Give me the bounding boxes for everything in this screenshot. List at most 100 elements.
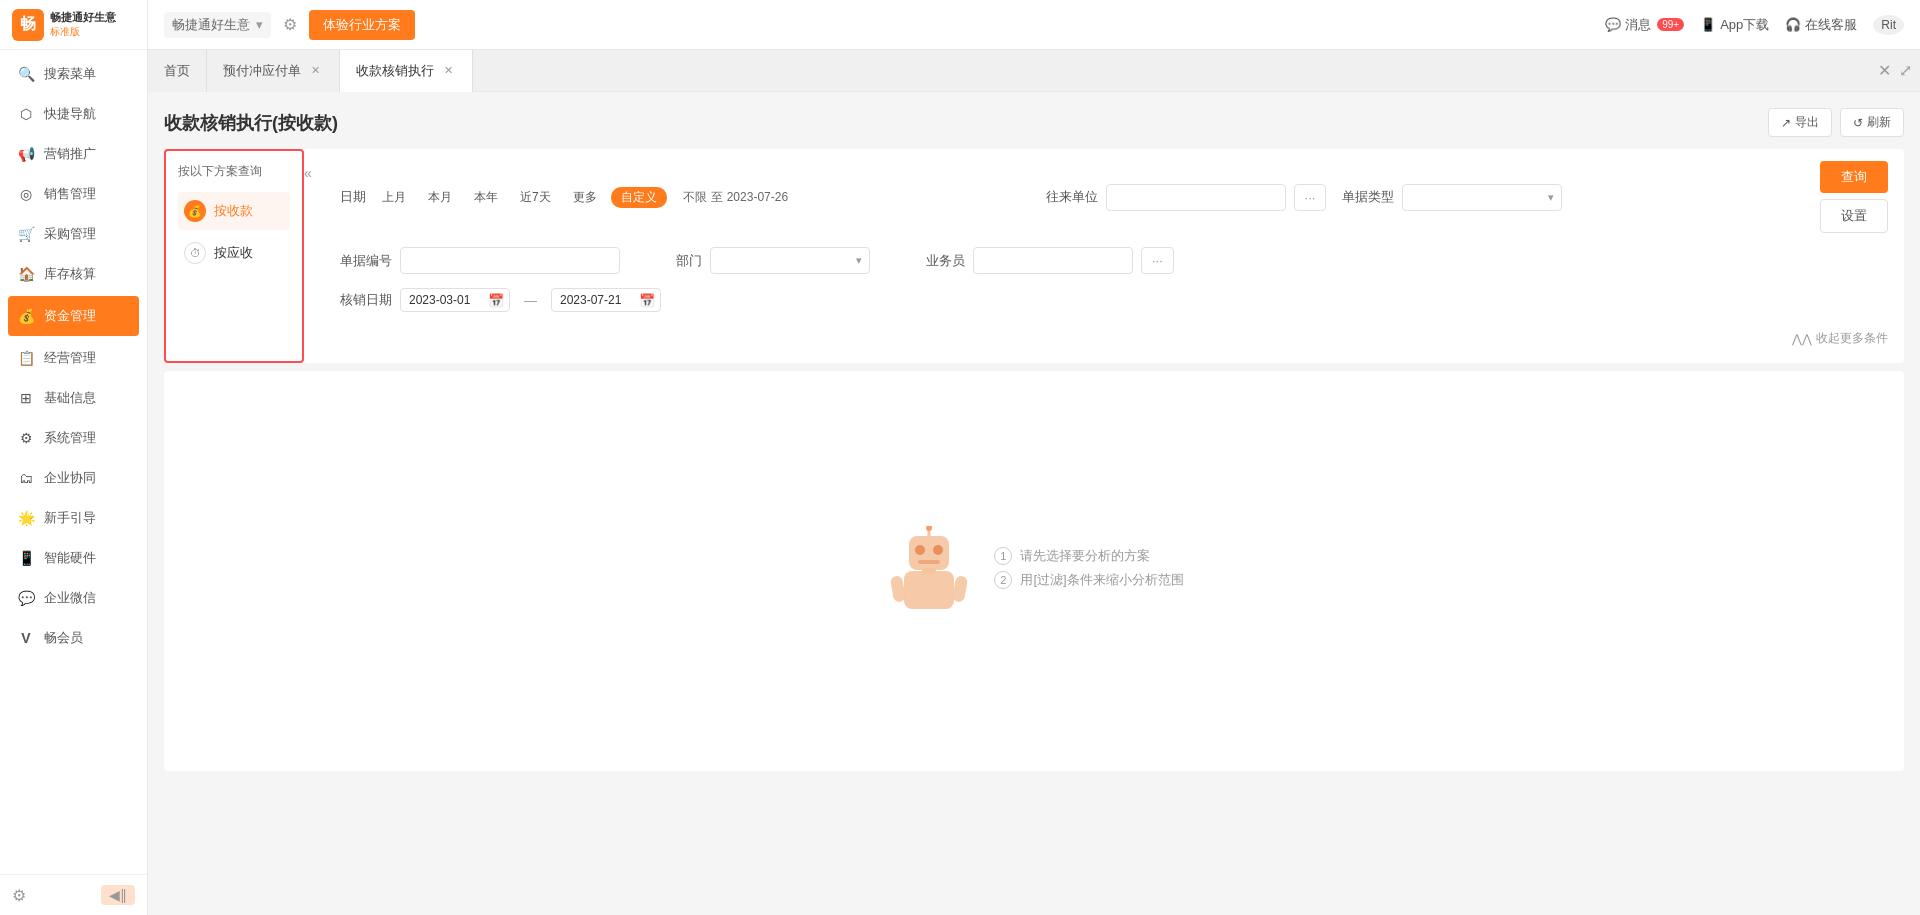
sidebar-item-finance[interactable]: 💰 资金管理 bbox=[8, 296, 139, 336]
marketing-icon: 📢 bbox=[16, 144, 36, 164]
topbar: 畅捷通好生意 ▾ ⚙ 体验行业方案 💬 消息 99+ 📱 App下载 🎧 在线客… bbox=[148, 0, 1920, 50]
collapse-more-btn[interactable]: ⋀⋀ 收起更多条件 bbox=[340, 326, 1888, 351]
doc-number-input[interactable] bbox=[400, 247, 620, 274]
svg-rect-4 bbox=[918, 560, 940, 564]
tip-num-1: 1 bbox=[994, 547, 1012, 565]
headset-icon: 🎧 bbox=[1785, 17, 1801, 32]
tabs-bar: 首页 预付冲应付单 ✕ 收款核销执行 ✕ ✕ ⤢ bbox=[148, 50, 1920, 92]
date-label: 日期 bbox=[340, 188, 366, 206]
date-tab-last-month[interactable]: 上月 bbox=[374, 187, 414, 208]
svg-rect-1 bbox=[909, 536, 949, 570]
tab-expand-icon[interactable]: ⤢ bbox=[1899, 61, 1912, 80]
empty-state: 1 请先选择要分析的方案 2 用[过滤]条件来缩小分析范围 bbox=[884, 526, 1183, 616]
empty-tips: 1 请先选择要分析的方案 2 用[过滤]条件来缩小分析范围 bbox=[994, 547, 1183, 595]
counterpart-input[interactable] bbox=[1106, 184, 1286, 211]
sales-icon: ◎ bbox=[16, 184, 36, 204]
sidebar-item-sales[interactable]: ◎ 销售管理 bbox=[0, 174, 147, 214]
settings-button[interactable]: 设置 bbox=[1820, 199, 1888, 233]
tab-writeoff-close[interactable]: ✕ bbox=[440, 63, 456, 79]
empty-tip-1: 1 请先选择要分析的方案 bbox=[994, 547, 1183, 565]
tab-home[interactable]: 首页 bbox=[148, 50, 207, 92]
quicknav-icon: ⬡ bbox=[16, 104, 36, 124]
date-tab-custom[interactable]: 自定义 bbox=[611, 187, 667, 208]
salesperson-label: 业务员 bbox=[926, 252, 965, 270]
robot-svg bbox=[884, 526, 974, 616]
query-button[interactable]: 查询 bbox=[1820, 161, 1888, 193]
empty-illustration bbox=[884, 526, 974, 616]
logo-text: 畅捷通好生意 标准版 bbox=[50, 10, 116, 39]
svg-point-9 bbox=[926, 526, 932, 531]
calendar-from-icon: 📅 bbox=[488, 293, 504, 308]
writeoff-date-to-wrap: 📅 bbox=[551, 288, 661, 312]
refresh-button[interactable]: ↺ 刷新 bbox=[1840, 108, 1904, 137]
sidebar-item-quicknav[interactable]: ⬡ 快捷导航 bbox=[0, 94, 147, 134]
industry-solution-button[interactable]: 体验行业方案 bbox=[309, 10, 415, 40]
query-collapse-btn[interactable]: « bbox=[304, 149, 324, 363]
sidebar-logo: 畅 畅捷通好生意 标准版 bbox=[0, 0, 147, 50]
user-avatar[interactable]: Rit bbox=[1873, 15, 1904, 35]
query-option-by-receipt[interactable]: 💰 按收款 bbox=[178, 192, 290, 230]
receipt-option-icon: 💰 bbox=[184, 200, 206, 222]
messages-button[interactable]: 💬 消息 99+ bbox=[1605, 16, 1684, 34]
counterpart-dots-btn[interactable]: ··· bbox=[1294, 184, 1327, 211]
app-download-button[interactable]: 📱 App下载 bbox=[1700, 16, 1769, 34]
vip-icon: V bbox=[16, 628, 36, 648]
query-actions: 查询 设置 bbox=[1820, 161, 1888, 233]
sidebar-item-purchase[interactable]: 🛒 采购管理 bbox=[0, 214, 147, 254]
settings-icon[interactable]: ⚙ bbox=[12, 886, 26, 905]
date-tab-this-year[interactable]: 本年 bbox=[466, 187, 506, 208]
collapse-sidebar-btn[interactable]: ◀‖ bbox=[101, 885, 135, 905]
sidebar-item-inventory[interactable]: 🏠 库存核算 bbox=[0, 254, 147, 294]
salesperson-dots-btn[interactable]: ··· bbox=[1141, 247, 1174, 274]
sidebar-item-guide[interactable]: 🌟 新手引导 bbox=[0, 498, 147, 538]
page-content: 收款核销执行(按收款) ↗ 导出 ↺ 刷新 按以下方案查询 💰 按收款 bbox=[148, 92, 1920, 915]
brand-selector[interactable]: 畅捷通好生意 ▾ bbox=[164, 12, 271, 38]
tab-prepay[interactable]: 预付冲应付单 ✕ bbox=[207, 50, 340, 92]
gear-icon[interactable]: ⚙ bbox=[283, 15, 297, 34]
date-from-unlimit: 不限 至 2023-07-26 bbox=[683, 189, 788, 206]
sidebar-item-operation[interactable]: 📋 经营管理 bbox=[0, 338, 147, 378]
svg-rect-7 bbox=[922, 568, 936, 574]
query-sidebar-title: 按以下方案查询 bbox=[178, 163, 290, 180]
department-label: 部门 bbox=[676, 252, 702, 270]
sidebar-nav: 🔍 搜索菜单 ⬡ 快捷导航 📢 营销推广 ◎ 销售管理 🛒 采购管理 🏠 库存核… bbox=[0, 50, 147, 874]
doc-number-label: 单据编号 bbox=[340, 252, 392, 270]
sidebar-item-search[interactable]: 🔍 搜索菜单 bbox=[0, 54, 147, 94]
finance-icon: 💰 bbox=[16, 306, 36, 326]
online-service-button[interactable]: 🎧 在线客服 bbox=[1785, 16, 1857, 34]
tab-close-all-icon[interactable]: ✕ bbox=[1878, 61, 1891, 80]
export-button[interactable]: ↗ 导出 bbox=[1768, 108, 1832, 137]
query-option-by-receivable[interactable]: ⏱ 按应收 bbox=[178, 234, 290, 272]
message-icon: 💬 bbox=[1605, 17, 1621, 32]
sidebar-item-basic[interactable]: ⊞ 基础信息 bbox=[0, 378, 147, 418]
sidebar-item-marketing[interactable]: 📢 营销推广 bbox=[0, 134, 147, 174]
sidebar-item-enterprise[interactable]: 🗂 企业协同 bbox=[0, 458, 147, 498]
svg-point-3 bbox=[933, 545, 943, 555]
svg-rect-0 bbox=[904, 571, 954, 609]
dept-select-wrap: ▾ bbox=[710, 247, 870, 274]
page-title: 收款核销执行(按收款) bbox=[164, 111, 338, 135]
date-tab-7days[interactable]: 近7天 bbox=[512, 187, 559, 208]
tab-writeoff[interactable]: 收款核销执行 ✕ bbox=[340, 50, 473, 92]
hardware-icon: 📱 bbox=[16, 548, 36, 568]
sidebar: 畅 畅捷通好生意 标准版 🔍 搜索菜单 ⬡ 快捷导航 📢 营销推广 ◎ 销售管理… bbox=[0, 0, 148, 915]
sidebar-item-wechat[interactable]: 💬 企业微信 bbox=[0, 578, 147, 618]
enterprise-icon: 🗂 bbox=[16, 468, 36, 488]
department-select[interactable] bbox=[710, 247, 870, 274]
date-tab-more[interactable]: 更多 bbox=[565, 187, 605, 208]
sidebar-item-system[interactable]: ⚙ 系统管理 bbox=[0, 418, 147, 458]
operation-icon: 📋 bbox=[16, 348, 36, 368]
doc-type-select[interactable] bbox=[1402, 184, 1562, 211]
content-area: 1 请先选择要分析的方案 2 用[过滤]条件来缩小分析范围 bbox=[164, 371, 1904, 771]
wechat-icon: 💬 bbox=[16, 588, 36, 608]
refresh-icon: ↺ bbox=[1853, 116, 1863, 130]
sidebar-item-vip[interactable]: V 畅会员 bbox=[0, 618, 147, 658]
query-row-3: 核销日期 📅 — 📅 bbox=[340, 288, 1888, 312]
doc-number-field: 单据编号 bbox=[340, 247, 620, 274]
tab-prepay-close[interactable]: ✕ bbox=[307, 63, 323, 79]
salesperson-input[interactable] bbox=[973, 247, 1133, 274]
sidebar-item-hardware[interactable]: 📱 智能硬件 bbox=[0, 538, 147, 578]
phone-icon: 📱 bbox=[1700, 17, 1716, 32]
date-tab-this-month[interactable]: 本月 bbox=[420, 187, 460, 208]
query-sidebar: 按以下方案查询 💰 按收款 ⏱ 按应收 bbox=[164, 149, 304, 363]
